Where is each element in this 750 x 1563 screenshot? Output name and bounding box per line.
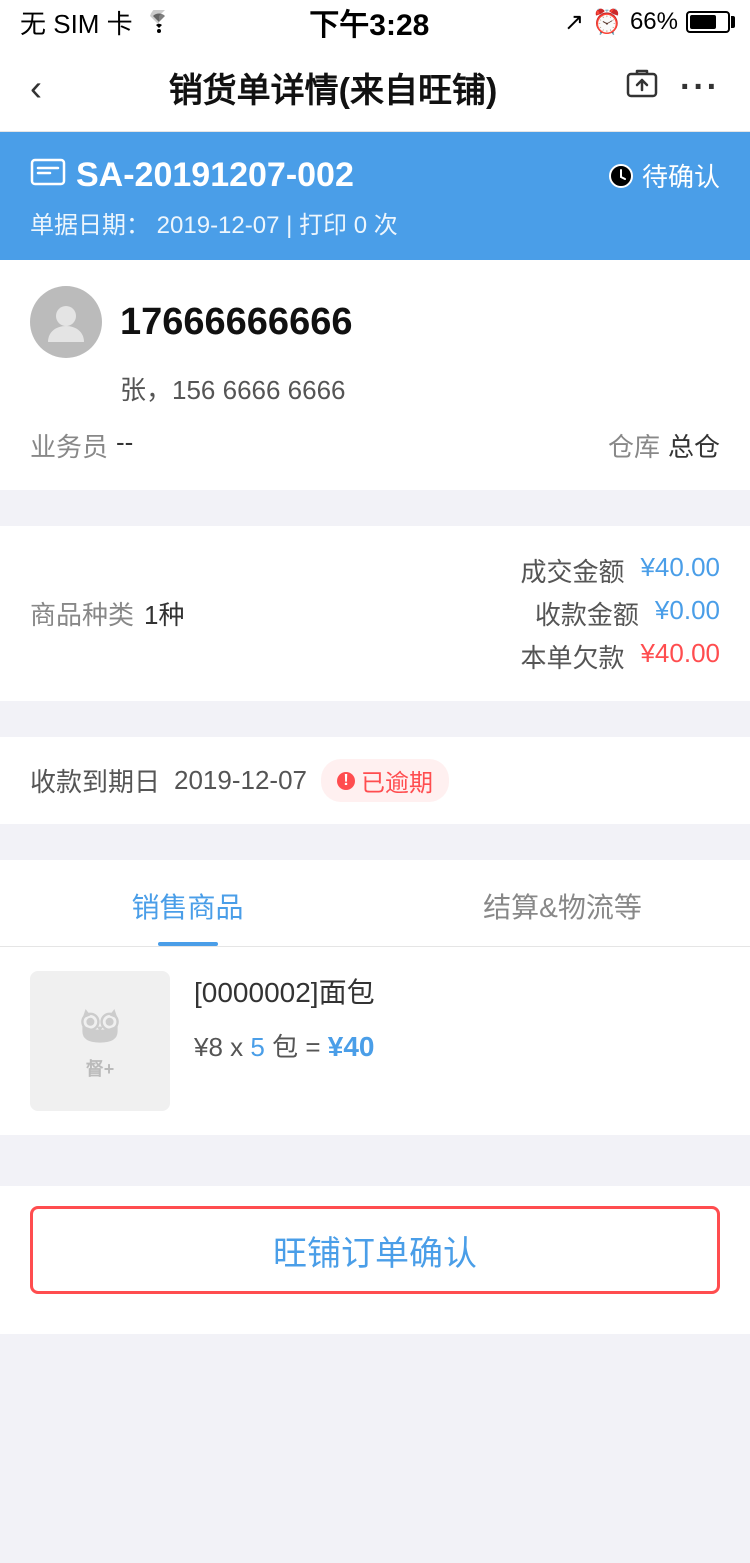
tabs-section: 销售商品 结算&物流等 (0, 860, 750, 1135)
nav-actions: ··· (624, 66, 720, 110)
stats-right: 成交金额 ¥40.00 收款金额 ¥0.00 本单欠款 ¥40.00 (520, 552, 720, 675)
status-left: 无 SIM 卡 (20, 4, 175, 41)
stat-row-deal: 成交金额 ¥40.00 (520, 552, 720, 589)
warehouse-label: 仓库 (608, 427, 660, 464)
due-label: 收款到期日 (30, 762, 160, 799)
product-info: [0000002]面包 ¥8 x 5 包 = ¥40 (194, 971, 720, 1064)
brand-logo-icon (60, 1001, 140, 1049)
order-status: 待确认 (608, 157, 720, 194)
battery-icon (686, 11, 730, 33)
page-title: 销货单详情(来自旺铺) (169, 63, 498, 112)
divider-3 (0, 842, 750, 860)
product-section: 督+ [0000002]面包 ¥8 x 5 包 = ¥40 (0, 947, 750, 1135)
nav-bar: ‹ 销货单详情(来自旺铺) ··· (0, 44, 750, 132)
overdue-badge: ! 已逾期 (321, 759, 449, 802)
product-price: ¥8 x 5 包 = ¥40 (194, 1027, 720, 1064)
salesperson-label: 业务员 (30, 427, 108, 464)
overdue-icon: ! (337, 772, 355, 790)
product-qty: 5 (250, 1032, 264, 1062)
product-thumbnail: 督+ (30, 971, 170, 1111)
order-date: 单据日期： 2019-12-07 | 打印 0 次 (30, 205, 720, 240)
battery-percent: 66% (630, 8, 678, 36)
type-label: 商品种类 (30, 595, 134, 632)
back-button[interactable]: ‹ (30, 67, 42, 109)
warehouse-item: 仓库 总仓 (608, 427, 720, 464)
salesperson-value: -- (116, 427, 133, 464)
product-item: 督+ [0000002]面包 ¥8 x 5 包 = ¥40 (30, 971, 720, 1111)
customer-meta: 业务员 -- 仓库 总仓 (30, 423, 720, 464)
warehouse-value: 总仓 (668, 427, 720, 464)
divider-1 (0, 508, 750, 526)
overdue-text: 已逾期 (361, 763, 433, 798)
carrier-text: 无 SIM 卡 (20, 4, 133, 41)
product-name: [0000002]面包 (194, 971, 720, 1011)
stat-row-paid: 收款金额 ¥0.00 (535, 595, 720, 632)
order-id: SA-20191207-002 (30, 156, 354, 195)
due-section: 收款到期日 2019-12-07 ! 已逾期 (0, 737, 750, 824)
order-icon (30, 156, 66, 195)
customer-section: 17666666666 张，156 6666 6666 业务员 -- 仓库 总仓 (0, 260, 750, 490)
share-icon[interactable] (624, 66, 660, 110)
tab-settlement[interactable]: 结算&物流等 (375, 860, 750, 946)
price-base: ¥8 (194, 1032, 223, 1062)
order-banner: SA-20191207-002 待确认 单据日期： 2019-12-07 | 打… (0, 132, 750, 260)
tab-sales-products[interactable]: 销售商品 (0, 860, 375, 946)
due-date: 2019-12-07 (174, 765, 307, 796)
salesperson-item: 业务员 -- (30, 427, 133, 464)
tabs-header: 销售商品 结算&物流等 (0, 860, 750, 947)
status-time: 下午3:28 (309, 0, 429, 44)
status-bar: 无 SIM 卡 下午3:28 ↗ ⏰ 66% (0, 0, 750, 44)
divider-2 (0, 719, 750, 737)
status-right: ↗ ⏰ 66% (564, 8, 730, 37)
customer-name: 张，156 6666 6666 (30, 370, 720, 407)
alarm-icon: ⏰ (592, 8, 622, 37)
brand-label: 督+ (86, 1055, 115, 1081)
product-unit: 包 (272, 1032, 298, 1062)
wifi-icon (143, 10, 175, 34)
clock-icon (608, 163, 634, 189)
confirm-order-button[interactable]: 旺铺订单确认 (30, 1206, 720, 1294)
bottom-bar: 旺铺订单确认 (0, 1186, 750, 1334)
product-total: ¥40 (328, 1031, 375, 1062)
customer-phone: 17666666666 (120, 301, 352, 344)
more-icon[interactable]: ··· (680, 68, 720, 107)
stats-section: 商品种类 1种 成交金额 ¥40.00 收款金额 ¥0.00 本单欠款 ¥40.… (0, 526, 750, 701)
type-value: 1种 (144, 595, 184, 632)
stat-row-debt: 本单欠款 ¥40.00 (520, 638, 720, 675)
stats-left: 商品种类 1种 (30, 552, 184, 675)
location-icon: ↗ (564, 8, 584, 37)
customer-avatar (30, 286, 102, 358)
